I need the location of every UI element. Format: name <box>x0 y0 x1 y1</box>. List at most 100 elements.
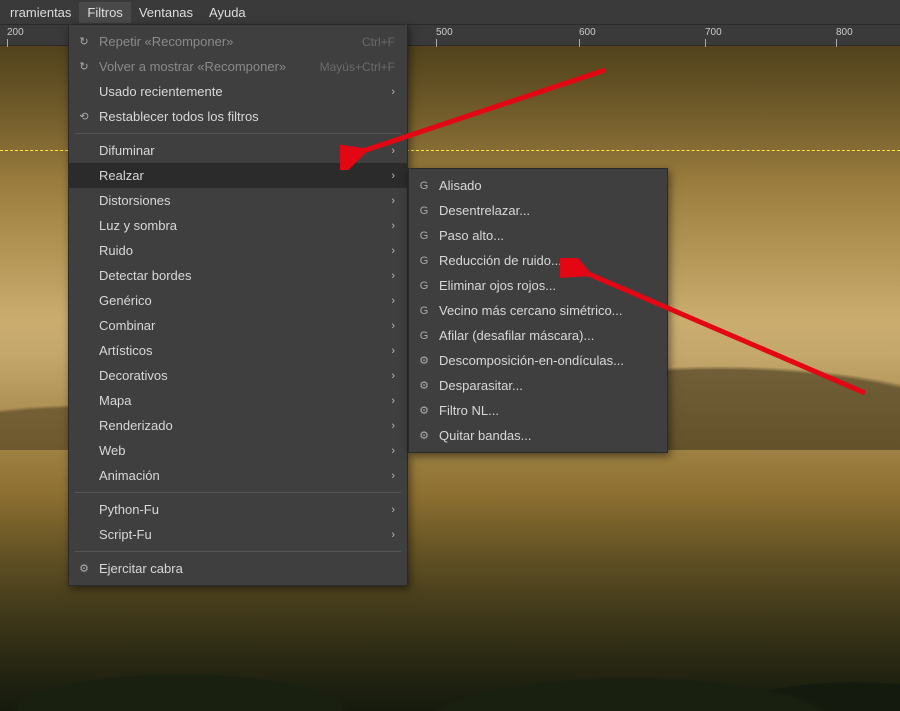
chevron-right-icon: › <box>381 320 395 332</box>
gear-icon: ⚙ <box>77 562 91 576</box>
ruler-tick: 700 <box>705 27 722 38</box>
chevron-right-icon: › <box>381 295 395 307</box>
filters-menu-item[interactable]: Realzar› <box>69 163 407 188</box>
ruler-tick: 500 <box>436 27 453 38</box>
filters-menu-item[interactable]: Difuminar› <box>69 138 407 163</box>
realzar-menu-item[interactable]: G Vecino más cercano simétrico... <box>409 298 667 323</box>
menu-item-label: Mapa <box>99 393 381 408</box>
ruler-tick: 800 <box>836 27 853 38</box>
chevron-right-icon: › <box>381 529 395 541</box>
menu-item-label: Luz y sombra <box>99 218 381 233</box>
menu-herramientas[interactable]: rramientas <box>2 2 79 23</box>
chevron-right-icon: › <box>381 445 395 457</box>
filters-menu-item[interactable]: Script-Fu› <box>69 522 407 547</box>
gegl-icon: G <box>417 204 431 218</box>
filters-menu-item[interactable]: Ruido› <box>69 238 407 263</box>
filters-menu-item[interactable]: Renderizado› <box>69 413 407 438</box>
chevron-right-icon: › <box>381 420 395 432</box>
menu-item-label: Reducción de ruido... <box>439 253 655 268</box>
realzar-menu-item[interactable]: G Eliminar ojos rojos... <box>409 273 667 298</box>
menu-item-label: Usado recientemente <box>99 84 381 99</box>
realzar-menu-item[interactable]: GPaso alto... <box>409 223 667 248</box>
filters-menu-item[interactable]: Genérico› <box>69 288 407 313</box>
filters-menu-item[interactable]: Luz y sombra› <box>69 213 407 238</box>
chevron-right-icon: › <box>381 370 395 382</box>
menu-item-label: Difuminar <box>99 143 381 158</box>
menu-item-label: Renderizado <box>99 418 381 433</box>
menu-item-label: Desparasitar... <box>439 378 655 393</box>
menu-item-label: Decorativos <box>99 368 381 383</box>
menu-item-label: Volver a mostrar «Recomponer» <box>99 59 304 74</box>
filters-menu: ↻ Repetir «Recomponer» Ctrl+F ↻ Volver a mos… <box>68 24 408 586</box>
menu-item-label: Repetir «Recomponer» <box>99 34 346 49</box>
chevron-right-icon: › <box>381 170 395 182</box>
chevron-right-icon: › <box>381 195 395 207</box>
menu-filtros[interactable]: Filtros <box>79 2 130 23</box>
plugin-icon: ⚙ <box>417 404 431 418</box>
chevron-right-icon: › <box>381 395 395 407</box>
menu-separator <box>75 133 401 134</box>
menu-item-label: Distorsiones <box>99 193 381 208</box>
menu-item-label: Descomposición-en-ondículas... <box>439 353 655 368</box>
filters-menu-item[interactable]: Usado recientemente› <box>69 79 407 104</box>
menu-item-label: Alisado <box>439 178 655 193</box>
filters-menu-item: ↻ Repetir «Recomponer» Ctrl+F <box>69 29 407 54</box>
menu-item-label: Detectar bordes <box>99 268 381 283</box>
realzar-menu-item[interactable]: ⚙Descomposición-en-ondículas... <box>409 348 667 373</box>
reset-icon: ⟲ <box>77 110 91 124</box>
filters-menu-item[interactable]: Artísticos› <box>69 338 407 363</box>
menu-ventanas[interactable]: Ventanas <box>131 2 201 23</box>
realzar-menu-item[interactable]: G Desentrelazar... <box>409 198 667 223</box>
filters-menu-item[interactable]: ⚙Ejercitar cabra <box>69 556 407 581</box>
chevron-right-icon: › <box>381 220 395 232</box>
menu-item-label: Filtro NL... <box>439 403 655 418</box>
menu-item-label: Afilar (desafilar máscara)... <box>439 328 655 343</box>
plugin-icon: ⚙ <box>417 429 431 443</box>
menu-item-label: Realzar <box>99 168 381 183</box>
menu-item-label: Genérico <box>99 293 381 308</box>
gegl-icon: G <box>417 254 431 268</box>
filters-menu-item[interactable]: Web› <box>69 438 407 463</box>
repeat-icon: ↻ <box>77 60 91 74</box>
menu-item-shortcut: Ctrl+F <box>362 35 395 49</box>
menu-item-label: Python-Fu <box>99 502 381 517</box>
filters-menu-item[interactable]: ⟲ Restablecer todos los filtros <box>69 104 407 129</box>
realzar-menu-item[interactable]: ⚙ Quitar bandas... <box>409 423 667 448</box>
realzar-menu-item[interactable]: GAfilar (desafilar máscara)... <box>409 323 667 348</box>
gegl-icon: G <box>417 179 431 193</box>
chevron-right-icon: › <box>381 86 395 98</box>
filters-menu-item[interactable]: Detectar bordes› <box>69 263 407 288</box>
chevron-right-icon: › <box>381 504 395 516</box>
chevron-right-icon: › <box>381 470 395 482</box>
filters-menu-item[interactable]: Decorativos› <box>69 363 407 388</box>
menu-item-label: Desentrelazar... <box>439 203 655 218</box>
menu-item-label: Vecino más cercano simétrico... <box>439 303 655 318</box>
menu-item-label: Eliminar ojos rojos... <box>439 278 655 293</box>
realzar-menu-item[interactable]: G Alisado <box>409 173 667 198</box>
filters-menu-item[interactable]: Animación› <box>69 463 407 488</box>
realzar-menu-item[interactable]: G Reducción de ruido... <box>409 248 667 273</box>
menu-item-label: Animación <box>99 468 381 483</box>
realzar-menu-item[interactable]: ⚙ Filtro NL... <box>409 398 667 423</box>
realzar-menu-item[interactable]: ⚙Desparasitar... <box>409 373 667 398</box>
chevron-right-icon: › <box>381 145 395 157</box>
menu-item-label: Web <box>99 443 381 458</box>
menu-item-label: Restablecer todos los filtros <box>99 109 395 124</box>
repeat-icon: ↻ <box>77 35 91 49</box>
filters-menu-item[interactable]: Mapa› <box>69 388 407 413</box>
filters-menu-item[interactable]: Combinar› <box>69 313 407 338</box>
chevron-right-icon: › <box>381 345 395 357</box>
filters-menu-item[interactable]: Python-Fu› <box>69 497 407 522</box>
chevron-right-icon: › <box>381 270 395 282</box>
menu-item-label: Combinar <box>99 318 381 333</box>
chevron-right-icon: › <box>381 245 395 257</box>
menu-item-label: Artísticos <box>99 343 381 358</box>
menu-item-label: Quitar bandas... <box>439 428 655 443</box>
filters-menu-item[interactable]: Distorsiones› <box>69 188 407 213</box>
gegl-icon: G <box>417 304 431 318</box>
gegl-icon: G <box>417 279 431 293</box>
menubar: rramientas Filtros Ventanas Ayuda <box>0 0 900 24</box>
filters-menu-item: ↻Volver a mostrar «Recomponer»Mayús+Ctrl… <box>69 54 407 79</box>
menu-ayuda[interactable]: Ayuda <box>201 2 254 23</box>
menu-separator <box>75 492 401 493</box>
